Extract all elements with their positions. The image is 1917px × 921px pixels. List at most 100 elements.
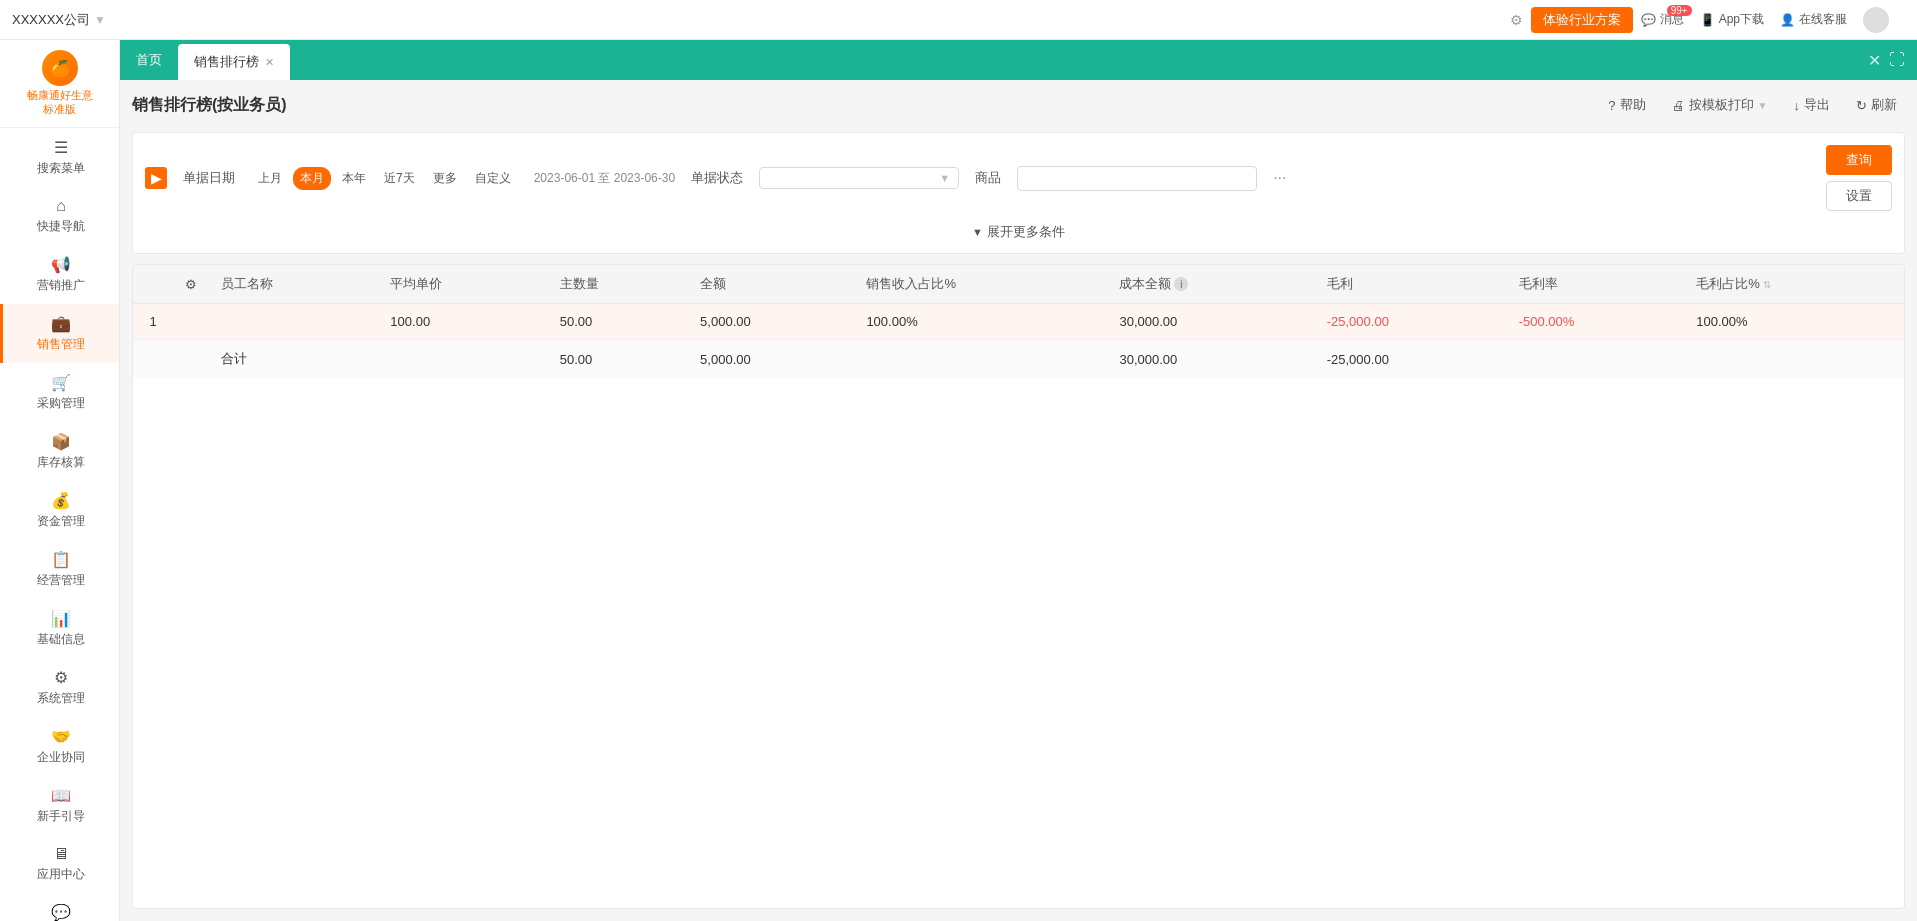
filter-row-1: ▶ 单据日期 上月 本月 本年 近7天 更多 自定义 2023-06-01 至 …	[145, 145, 1892, 211]
date-btn-this-month[interactable]: 本月	[293, 167, 331, 190]
sidebar-item-basic[interactable]: 📊 基础信息	[0, 599, 119, 658]
export-button[interactable]: ↓ 导出	[1786, 92, 1839, 118]
help-button[interactable]: ? 帮助	[1600, 92, 1653, 118]
cost-info-icon[interactable]: i	[1174, 277, 1188, 291]
print-button[interactable]: 🖨 按模板打印 ▼	[1664, 92, 1776, 118]
date-btn-custom[interactable]: 自定义	[468, 167, 518, 190]
date-filter-label: 单据日期	[183, 169, 235, 187]
sidebar-item-marketing[interactable]: 📢 营销推广	[0, 245, 119, 304]
th-avg-price: 平均单价	[378, 265, 547, 304]
print-dropdown-icon: ▼	[1758, 100, 1768, 111]
settings-button[interactable]: 设置	[1826, 181, 1892, 211]
date-btn-this-year[interactable]: 本年	[335, 167, 373, 190]
sidebar-item-label: 搜索菜单	[37, 160, 85, 177]
trial-button[interactable]: 体验行业方案	[1531, 7, 1633, 33]
td-cost: 30,000.00	[1107, 304, 1314, 340]
goods-filter-label: 商品	[975, 169, 1001, 187]
basic-icon: 📊	[51, 609, 71, 628]
tab-home-label: 首页	[136, 51, 162, 69]
date-btn-last-month[interactable]: 上月	[251, 167, 289, 190]
sidebar-item-search[interactable]: ☰ 搜索菜单	[0, 128, 119, 187]
help-icon: ?	[1608, 98, 1615, 113]
sidebar: 🍊 畅康通好生意 标准版 ☰ 搜索菜单 ⌂ 快捷导航 📢 营销推广 💼 销售管理…	[0, 40, 120, 921]
td-rank: 1	[133, 304, 173, 340]
expand-row: ▼ 展开更多条件	[145, 219, 1892, 241]
profit-pct-sort-icon[interactable]: ⇅	[1763, 279, 1771, 290]
tab-close-icon[interactable]: ✕	[265, 56, 274, 69]
sidebar-item-cooperation[interactable]: 🤝 企业协同	[0, 717, 119, 776]
service-icon: 👤	[1780, 13, 1795, 27]
td-avg-price: 100.00	[378, 304, 547, 340]
date-btn-last7[interactable]: 近7天	[377, 167, 422, 190]
goods-input[interactable]	[1017, 166, 1257, 191]
message-btn[interactable]: 💬 消息 99+	[1641, 11, 1684, 28]
apps-icon: 🖥	[53, 845, 69, 863]
th-settings[interactable]: ⚙	[173, 265, 209, 304]
export-label: 导出	[1804, 96, 1830, 114]
goods-ellipsis-btn[interactable]: ···	[1273, 169, 1286, 187]
td-qty: 50.00	[548, 304, 688, 340]
avatar[interactable]	[1863, 7, 1889, 33]
footer-rank	[133, 340, 173, 379]
sidebar-item-finance[interactable]: 💰 资金管理	[0, 481, 119, 540]
sidebar-item-guide[interactable]: 📖 新手引导	[0, 776, 119, 835]
date-btn-more[interactable]: 更多	[426, 167, 464, 190]
footer-label: 合计	[209, 340, 378, 379]
wechat-icon: 💬	[51, 903, 71, 921]
sidebar-item-wechat[interactable]: 💬 企业微信	[0, 893, 119, 921]
refresh-label: 刷新	[1871, 96, 1897, 114]
app-download-btn[interactable]: 📱 App下载	[1700, 11, 1764, 28]
sidebar-item-apps[interactable]: 🖥 应用中心	[0, 835, 119, 893]
filter-date-btns: 上月 本月 本年 近7天 更多 自定义	[251, 167, 518, 190]
tab-bar-right: ✕ ⛶	[1868, 51, 1917, 70]
footer-qty: 50.00	[548, 340, 688, 379]
sidebar-item-label: 库存核算	[37, 454, 85, 471]
footer-settings	[173, 340, 209, 379]
tab-maximize-icon[interactable]: ⛶	[1889, 51, 1905, 69]
tab-home[interactable]: 首页	[120, 40, 178, 80]
sidebar-item-label: 销售管理	[37, 336, 85, 353]
query-button[interactable]: 查询	[1826, 145, 1892, 175]
tab-minimize-icon[interactable]: ✕	[1868, 51, 1881, 70]
gear-icon[interactable]: ⚙	[1510, 12, 1523, 28]
main-layout: 🍊 畅康通好生意 标准版 ☰ 搜索菜单 ⌂ 快捷导航 📢 营销推广 💼 销售管理…	[0, 40, 1917, 921]
td-profit: -25,000.00	[1315, 304, 1507, 340]
filter-collapse-btn[interactable]: ▶	[145, 167, 167, 189]
sidebar-item-label: 新手引导	[37, 808, 85, 825]
message-badge: 99+	[1667, 5, 1692, 16]
footer-amount: 5,000.00	[688, 340, 854, 379]
company-dropdown-icon[interactable]: ▼	[94, 13, 106, 27]
home-icon: ⌂	[56, 197, 66, 215]
footer-profit-rate	[1507, 340, 1685, 379]
refresh-button[interactable]: ↻ 刷新	[1848, 92, 1905, 118]
company-selector[interactable]: XXXXXX公司 ▼	[12, 11, 1502, 29]
sidebar-item-label: 经营管理	[37, 572, 85, 589]
app-label: App下载	[1719, 11, 1764, 28]
sidebar-item-purchase[interactable]: 🛒 采购管理	[0, 363, 119, 422]
sidebar-item-sales[interactable]: 💼 销售管理	[0, 304, 119, 363]
online-service-btn[interactable]: 👤 在线客服	[1780, 11, 1847, 28]
tab-sales-rank[interactable]: 销售排行榜 ✕	[178, 44, 290, 80]
top-bar-right: 💬 消息 99+ 📱 App下载 👤 在线客服	[1641, 7, 1905, 33]
sidebar-item-label: 营销推广	[37, 277, 85, 294]
finance-icon: 💰	[51, 491, 71, 510]
sidebar-item-quick[interactable]: ⌂ 快捷导航	[0, 187, 119, 245]
marketing-icon: 📢	[51, 255, 71, 274]
td-sales-pct: 100.00%	[854, 304, 1107, 340]
sidebar-item-label: 采购管理	[37, 395, 85, 412]
sidebar-item-system[interactable]: ⚙ 系统管理	[0, 658, 119, 717]
sidebar-item-operation[interactable]: 📋 经营管理	[0, 540, 119, 599]
status-select[interactable]: ▼	[759, 167, 959, 189]
expand-conditions-btn[interactable]: ▼ 展开更多条件	[972, 223, 1065, 241]
tab-bar: 首页 销售排行榜 ✕ ✕ ⛶	[120, 40, 1917, 80]
sidebar-item-inventory[interactable]: 📦 库存核算	[0, 422, 119, 481]
print-icon: 🖨	[1672, 98, 1685, 113]
data-table: ⚙ 员工名称 平均单价 主数量 全额	[133, 265, 1904, 378]
footer-cost: 30,000.00	[1107, 340, 1314, 379]
status-filter-label: 单据状态	[691, 169, 743, 187]
th-qty: 主数量	[548, 265, 688, 304]
app-icon: 📱	[1700, 13, 1715, 27]
th-amount: 全额	[688, 265, 854, 304]
td-profit-rate: -500.00%	[1507, 304, 1685, 340]
sidebar-item-label: 快捷导航	[37, 218, 85, 235]
